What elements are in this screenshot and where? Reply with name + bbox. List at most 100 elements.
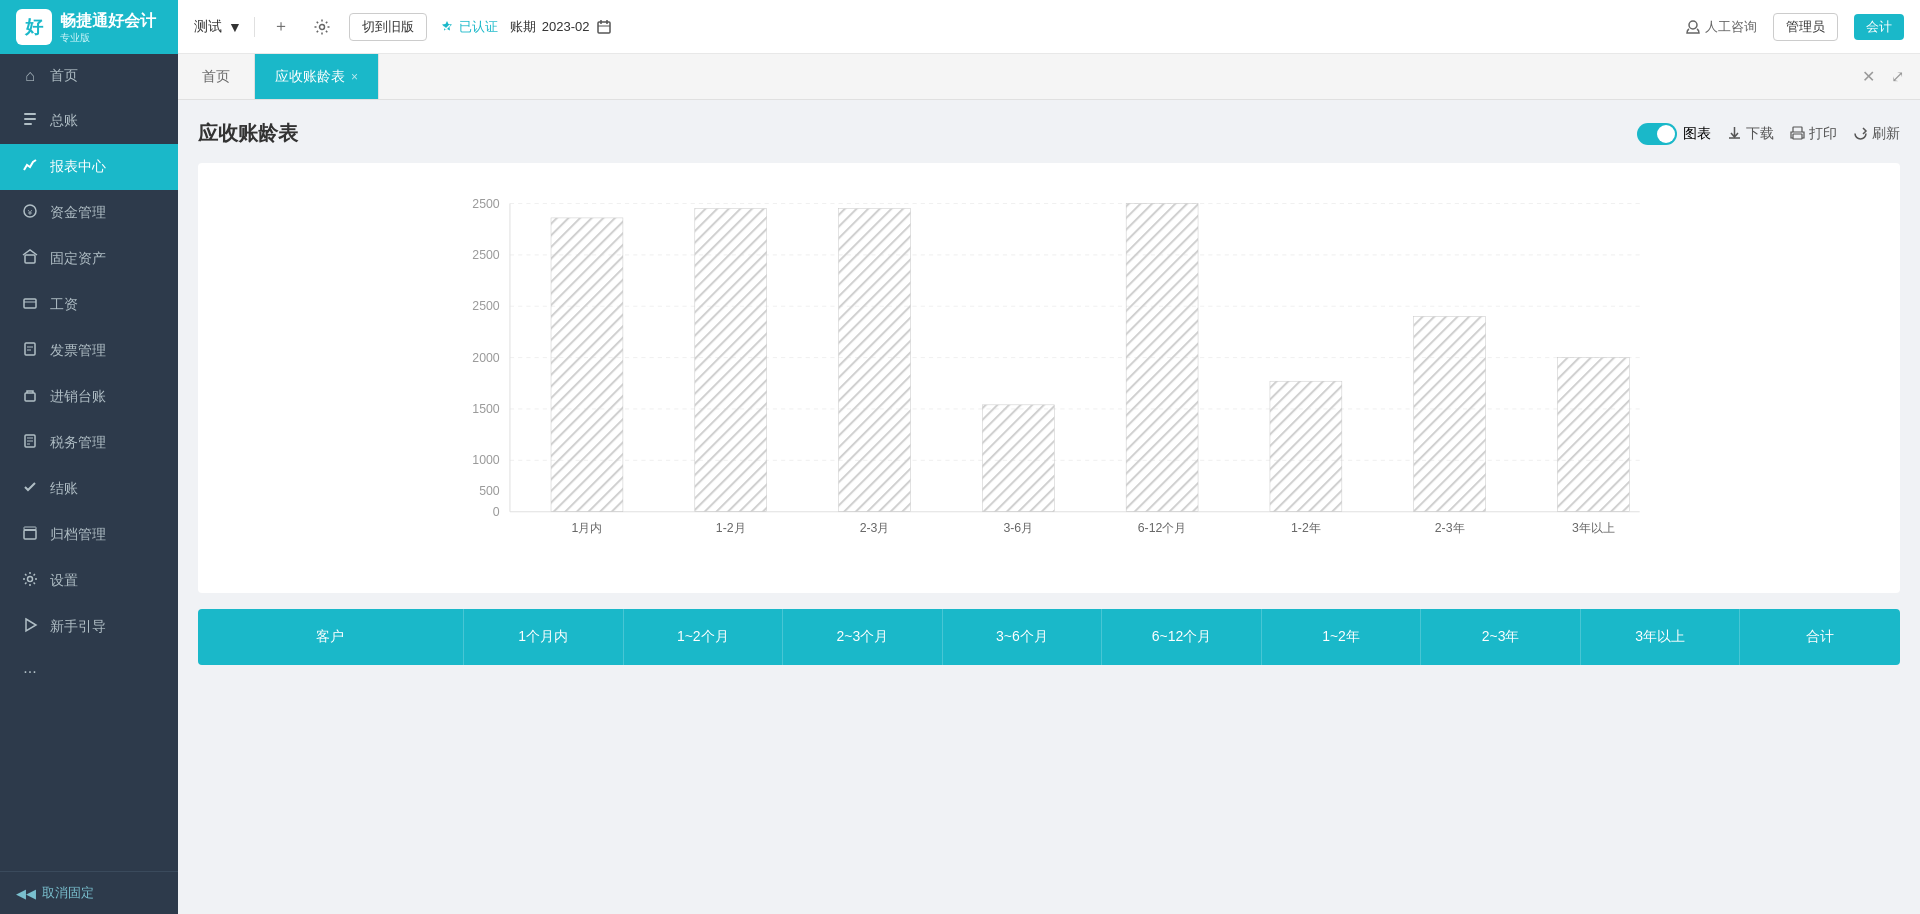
project-name: 测试 bbox=[194, 18, 222, 36]
sidebar-item-salary[interactable]: 工资 bbox=[0, 282, 178, 328]
chart-toggle[interactable]: 图表 bbox=[1637, 123, 1711, 145]
calendar-icon bbox=[596, 19, 612, 35]
topbar: 测试 ▼ ＋ 切到旧版 已认证 账期 2023-02 人工咨询 管理员 会计 bbox=[178, 0, 1920, 54]
svg-rect-47 bbox=[695, 209, 767, 512]
add-project-button[interactable]: ＋ bbox=[267, 12, 295, 41]
sidebar-item-more[interactable]: ··· bbox=[0, 650, 178, 694]
svg-rect-46 bbox=[551, 218, 623, 512]
download-button[interactable]: 下载 bbox=[1727, 125, 1774, 143]
sidebar-item-guide[interactable]: 新手引导 bbox=[0, 604, 178, 650]
svg-text:3年以上: 3年以上 bbox=[1572, 521, 1615, 535]
user-button[interactable]: 管理员 bbox=[1773, 13, 1838, 41]
inventory-icon bbox=[20, 387, 40, 407]
main-area: 测试 ▼ ＋ 切到旧版 已认证 账期 2023-02 人工咨询 管理员 会计 bbox=[178, 0, 1920, 914]
sidebar-item-report[interactable]: 报表中心 bbox=[0, 144, 178, 190]
sidebar-item-invoice[interactable]: 发票管理 bbox=[0, 328, 178, 374]
svg-rect-18 bbox=[24, 527, 36, 530]
chevron-down-icon: ▼ bbox=[228, 19, 242, 35]
table-header-total: 合计 bbox=[1740, 609, 1900, 665]
accounting-period: 账期 2023-02 bbox=[510, 18, 612, 36]
chart-toggle-label: 图表 bbox=[1683, 125, 1711, 143]
svg-text:2500: 2500 bbox=[472, 248, 500, 262]
svg-text:¥: ¥ bbox=[27, 208, 33, 217]
svg-text:1月内: 1月内 bbox=[572, 521, 603, 535]
svg-point-21 bbox=[319, 24, 324, 29]
sidebar-item-settle[interactable]: 结账 bbox=[0, 466, 178, 512]
report-actions: 图表 下载 打印 刷新 bbox=[1637, 123, 1900, 145]
content-area: 应收账龄表 图表 下载 打印 刷新 bbox=[178, 100, 1920, 914]
tabbar-right: ✕ ⤢ bbox=[1858, 63, 1920, 90]
svg-text:2500: 2500 bbox=[472, 197, 500, 211]
logo-icon: 好 bbox=[16, 9, 52, 45]
table-header-3-6month: 3~6个月 bbox=[943, 609, 1103, 665]
switch-old-version-button[interactable]: 切到旧版 bbox=[349, 13, 427, 41]
sidebar-item-tax[interactable]: 税务管理 bbox=[0, 420, 178, 466]
settings-icon bbox=[20, 571, 40, 591]
sidebar-item-archive[interactable]: 归档管理 bbox=[0, 512, 178, 558]
chart-card: 2500 2500 2500 2000 1500 1000 500 0 bbox=[198, 163, 1900, 593]
verified-badge: 已认证 bbox=[439, 18, 498, 36]
table-header-row: 客户 1个月内 1~2个月 2~3个月 3~6个月 6~12个月 bbox=[198, 609, 1900, 665]
role-button[interactable]: 会计 bbox=[1854, 14, 1904, 40]
sidebar-item-settings[interactable]: 设置 bbox=[0, 558, 178, 604]
guide-icon bbox=[20, 617, 40, 637]
sidebar-item-home[interactable]: ⌂ 首页 bbox=[0, 54, 178, 98]
svg-rect-51 bbox=[1270, 381, 1342, 511]
sidebar-item-ledger[interactable]: 总账 bbox=[0, 98, 178, 144]
report-title: 应收账龄表 bbox=[198, 120, 298, 147]
table-header-customer: 客户 bbox=[198, 609, 464, 665]
svg-rect-52 bbox=[1414, 317, 1486, 512]
svg-rect-1 bbox=[24, 118, 36, 120]
table-header-6-12month: 6~12个月 bbox=[1102, 609, 1262, 665]
tab-close-all-button[interactable]: ✕ bbox=[1858, 63, 1879, 90]
table-header-1-2year: 1~2年 bbox=[1262, 609, 1422, 665]
fund-icon: ¥ bbox=[20, 203, 40, 223]
table-header-1month: 1个月内 bbox=[464, 609, 624, 665]
download-icon bbox=[1727, 126, 1742, 141]
period-value: 2023-02 bbox=[542, 19, 590, 34]
svg-rect-8 bbox=[25, 343, 35, 355]
svg-marker-20 bbox=[26, 619, 36, 631]
sidebar-item-inventory[interactable]: 进销台账 bbox=[0, 374, 178, 420]
svg-rect-5 bbox=[25, 255, 35, 263]
svg-rect-11 bbox=[25, 393, 35, 401]
sidebar-logo: 好 畅捷通好会计 专业版 bbox=[0, 0, 178, 54]
svg-text:500: 500 bbox=[479, 484, 500, 498]
svg-text:1500: 1500 bbox=[472, 402, 500, 416]
svg-rect-6 bbox=[24, 299, 36, 308]
toggle-track[interactable] bbox=[1637, 123, 1677, 145]
sidebar-item-fund[interactable]: ¥ 资金管理 bbox=[0, 190, 178, 236]
cancel-fixed-button[interactable]: ◀◀ 取消固定 bbox=[0, 871, 178, 914]
project-selector[interactable]: 测试 ▼ bbox=[194, 18, 242, 36]
sidebar-item-assets[interactable]: 固定资产 bbox=[0, 236, 178, 282]
table-header-1-2month: 1~2个月 bbox=[624, 609, 784, 665]
tax-icon bbox=[20, 433, 40, 453]
customer-service-button[interactable]: 人工咨询 bbox=[1685, 18, 1757, 36]
print-button[interactable]: 打印 bbox=[1790, 125, 1837, 143]
svg-text:2000: 2000 bbox=[472, 351, 500, 365]
archive-icon bbox=[20, 525, 40, 545]
report-header: 应收账龄表 图表 下载 打印 刷新 bbox=[198, 120, 1900, 147]
report-icon bbox=[20, 157, 40, 177]
table-header-2-3month: 2~3个月 bbox=[783, 609, 943, 665]
tab-expand-button[interactable]: ⤢ bbox=[1887, 63, 1908, 90]
tab-close-button[interactable]: × bbox=[351, 70, 358, 84]
svg-text:0: 0 bbox=[493, 505, 500, 519]
sidebar-nav: ⌂ 首页 总账 报表中心 ¥ 资金管理 固定资产 bbox=[0, 54, 178, 871]
table-header-2-3year: 2~3年 bbox=[1421, 609, 1581, 665]
topbar-right: 人工咨询 管理员 会计 bbox=[1685, 13, 1904, 41]
tab-accounts-receivable-aging[interactable]: 应收账龄表 × bbox=[255, 54, 379, 99]
svg-text:1-2年: 1-2年 bbox=[1291, 521, 1321, 535]
tab-home[interactable]: 首页 bbox=[178, 54, 255, 99]
svg-text:1000: 1000 bbox=[472, 453, 500, 467]
sidebar: 好 畅捷通好会计 专业版 ⌂ 首页 总账 报表中心 ¥ 资金管理 bbox=[0, 0, 178, 914]
tabbar: 首页 应收账龄表 × ✕ ⤢ bbox=[178, 54, 1920, 100]
settle-icon bbox=[20, 479, 40, 499]
svg-point-19 bbox=[28, 577, 33, 582]
logo-text: 畅捷通好会计 专业版 bbox=[60, 11, 156, 44]
salary-icon bbox=[20, 295, 40, 315]
pin-icon: ◀◀ bbox=[16, 886, 36, 901]
refresh-button[interactable]: 刷新 bbox=[1853, 125, 1900, 143]
svg-rect-50 bbox=[1126, 204, 1198, 512]
settings-button[interactable] bbox=[307, 14, 337, 40]
